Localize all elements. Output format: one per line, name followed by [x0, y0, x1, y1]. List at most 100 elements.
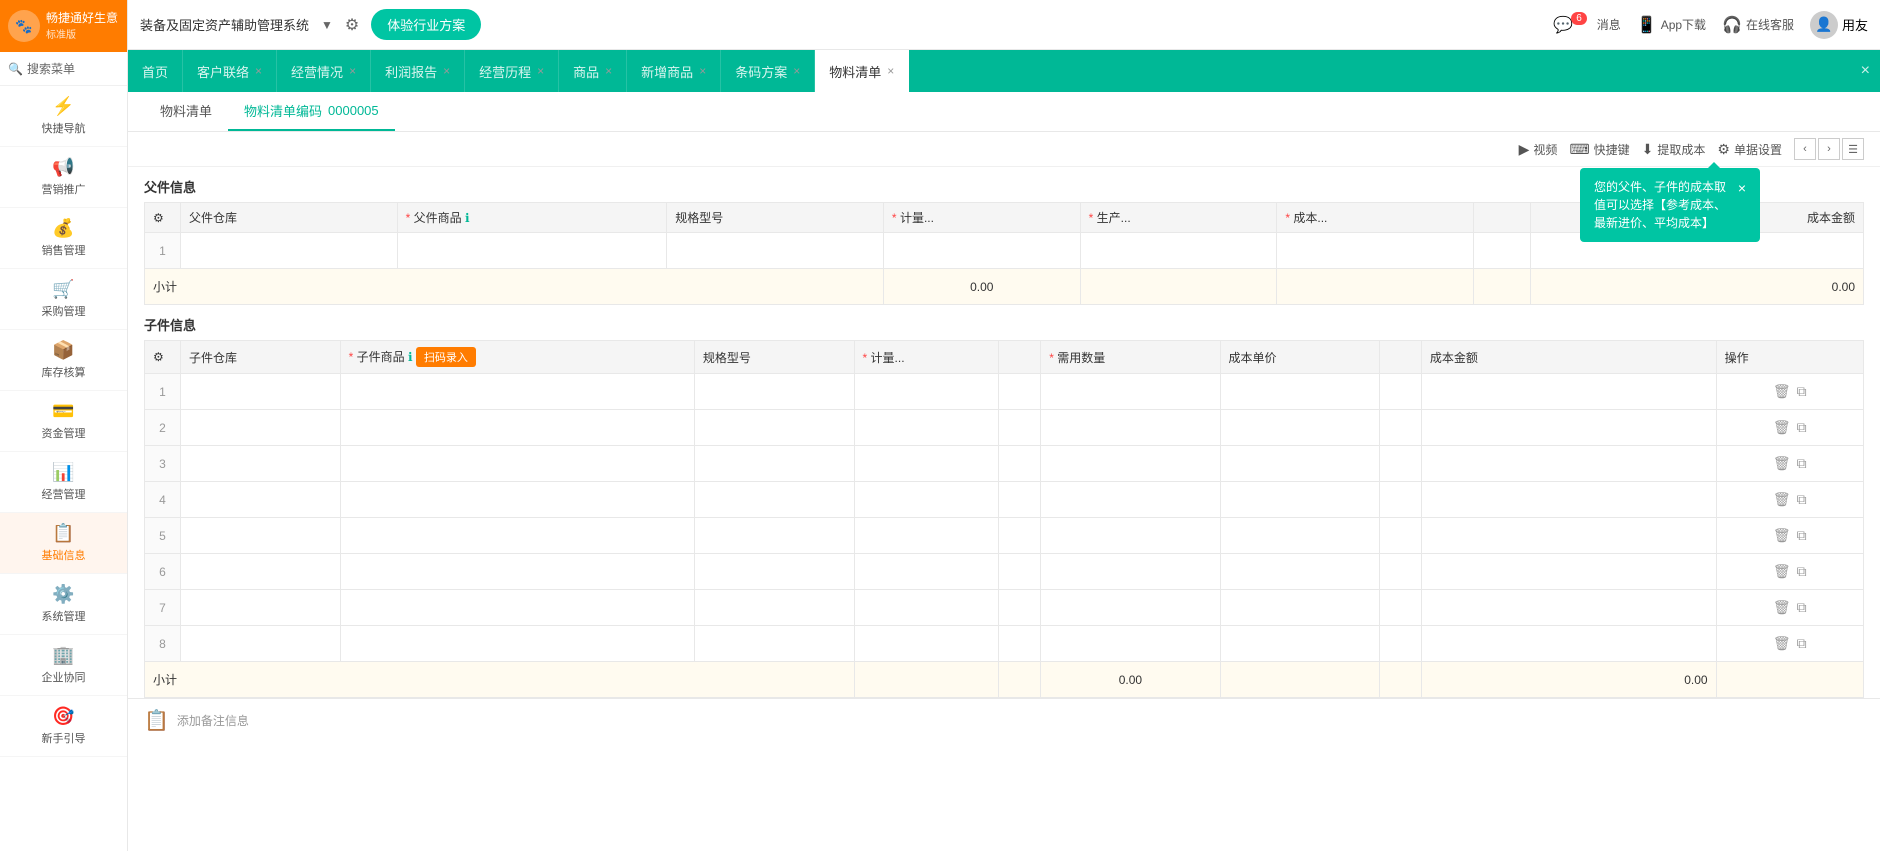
child-cell-spec-3[interactable]	[694, 446, 854, 482]
delete-icon-2[interactable]: 🗑	[1773, 419, 1791, 436]
child-cell-cost-amount-2[interactable]	[1421, 410, 1716, 446]
sidebar-item-sales[interactable]: 💰 销售管理	[0, 208, 127, 269]
child-cell-unit-cost-7[interactable]	[1220, 590, 1380, 626]
extract-cost-button[interactable]: ⬇ 提取成本	[1642, 141, 1706, 158]
child-cell-goods-2[interactable]	[340, 410, 694, 446]
user-menu[interactable]: 👤 用友	[1810, 11, 1868, 39]
tab-new-goods[interactable]: 新增商品 ×	[627, 50, 721, 92]
parent-cell-goods-1[interactable]	[397, 233, 667, 269]
sidebar-item-inventory[interactable]: 📦 库存核算	[0, 330, 127, 391]
copy-icon-1[interactable]: ⧉	[1797, 383, 1807, 400]
copy-icon-4[interactable]: ⧉	[1797, 491, 1807, 508]
online-service-action[interactable]: 🎧 在线客服	[1722, 15, 1794, 35]
child-cell-unit-5[interactable]	[854, 518, 999, 554]
child-cell-spec-1[interactable]	[694, 374, 854, 410]
child-cell-warehouse-8[interactable]	[181, 626, 341, 662]
sidebar-item-marketing[interactable]: 📢 营销推广	[0, 147, 127, 208]
sub-tab-bom-code[interactable]: 物料清单编码 0000005	[228, 92, 395, 131]
tab-operation-history[interactable]: 经营历程 ×	[465, 50, 559, 92]
tab-new-goods-close[interactable]: ×	[699, 64, 706, 78]
copy-icon-6[interactable]: ⧉	[1797, 563, 1807, 580]
copy-icon-7[interactable]: ⧉	[1797, 599, 1807, 616]
sidebar-item-finance[interactable]: 💳 资金管理	[0, 391, 127, 452]
copy-icon-8[interactable]: ⧉	[1797, 635, 1807, 652]
child-cell-unit-cost-5[interactable]	[1220, 518, 1380, 554]
child-cell-warehouse-2[interactable]	[181, 410, 341, 446]
parent-cell-warehouse-1[interactable]	[181, 233, 398, 269]
child-cell-warehouse-5[interactable]	[181, 518, 341, 554]
child-cell-spec-6[interactable]	[694, 554, 854, 590]
child-cell-unit-2[interactable]	[854, 410, 999, 446]
sidebar-item-system[interactable]: ⚙️ 系统管理	[0, 574, 127, 635]
system-dropdown[interactable]: ▼	[321, 18, 333, 32]
app-download-action[interactable]: 📱 App下载	[1637, 15, 1706, 35]
child-cell-unit-6[interactable]	[854, 554, 999, 590]
tab-bom-close[interactable]: ×	[887, 64, 894, 78]
sidebar-search[interactable]: 🔍 搜索菜单	[0, 52, 127, 86]
sidebar-item-guide[interactable]: 🎯 新手引导	[0, 696, 127, 757]
tab-barcode[interactable]: 条码方案 ×	[721, 50, 815, 92]
tab-profit-report-close[interactable]: ×	[443, 64, 450, 78]
child-cell-cost-amount-1[interactable]	[1421, 374, 1716, 410]
child-cell-cost-amount-4[interactable]	[1421, 482, 1716, 518]
tab-customer-close[interactable]: ×	[255, 64, 262, 78]
sidebar-item-operation[interactable]: 📊 经营管理	[0, 452, 127, 513]
child-cell-unit-cost-8[interactable]	[1220, 626, 1380, 662]
child-cell-quantity-2[interactable]	[1041, 410, 1220, 446]
message-action[interactable]: 💬 6 消息	[1553, 15, 1621, 35]
next-arrow[interactable]: ›	[1818, 138, 1840, 160]
delete-icon-4[interactable]: 🗑	[1773, 491, 1791, 508]
child-cell-goods-6[interactable]	[340, 554, 694, 590]
child-cell-quantity-7[interactable]	[1041, 590, 1220, 626]
sub-tab-bom-list[interactable]: 物料清单	[144, 92, 228, 131]
child-cell-unit-3[interactable]	[854, 446, 999, 482]
child-cell-goods-3[interactable]	[340, 446, 694, 482]
child-cell-spec-2[interactable]	[694, 410, 854, 446]
sidebar-item-enterprise[interactable]: 🏢 企业协同	[0, 635, 127, 696]
child-cell-quantity-1[interactable]	[1041, 374, 1220, 410]
video-button[interactable]: ▶ 视频	[1519, 141, 1558, 158]
child-cell-warehouse-4[interactable]	[181, 482, 341, 518]
tab-home[interactable]: 首页	[128, 50, 183, 92]
sidebar-item-basic-info[interactable]: 📋 基础信息	[0, 513, 127, 574]
tab-profit-report[interactable]: 利润报告 ×	[371, 50, 465, 92]
child-cell-spec-7[interactable]	[694, 590, 854, 626]
child-cell-unit-7[interactable]	[854, 590, 999, 626]
copy-icon-5[interactable]: ⧉	[1797, 527, 1807, 544]
child-col-settings[interactable]: ⚙	[145, 341, 181, 374]
child-cell-goods-8[interactable]	[340, 626, 694, 662]
delete-icon-7[interactable]: 🗑	[1773, 599, 1791, 616]
copy-icon-2[interactable]: ⧉	[1797, 419, 1807, 436]
tab-customer[interactable]: 客户联络 ×	[183, 50, 277, 92]
delete-icon-1[interactable]: 🗑	[1773, 383, 1791, 400]
child-cell-cost-amount-8[interactable]	[1421, 626, 1716, 662]
tab-barcode-close[interactable]: ×	[793, 64, 800, 78]
prev-arrow[interactable]: ‹	[1794, 138, 1816, 160]
tab-bom[interactable]: 物料清单 ×	[815, 50, 909, 92]
child-cell-warehouse-7[interactable]	[181, 590, 341, 626]
parent-cell-unit-1[interactable]	[883, 233, 1080, 269]
child-cell-warehouse-3[interactable]	[181, 446, 341, 482]
tab-goods[interactable]: 商品 ×	[559, 50, 627, 92]
close-all-tabs[interactable]: ×	[1851, 62, 1880, 80]
menu-arrow[interactable]: ☰	[1842, 138, 1864, 160]
child-cell-quantity-3[interactable]	[1041, 446, 1220, 482]
child-cell-unit-cost-3[interactable]	[1220, 446, 1380, 482]
child-cell-cost-amount-3[interactable]	[1421, 446, 1716, 482]
tab-operation-status-close[interactable]: ×	[349, 64, 356, 78]
child-cell-unit-cost-2[interactable]	[1220, 410, 1380, 446]
child-cell-unit-1[interactable]	[854, 374, 999, 410]
delete-icon-6[interactable]: 🗑	[1773, 563, 1791, 580]
delete-icon-5[interactable]: 🗑	[1773, 527, 1791, 544]
child-cell-goods-7[interactable]	[340, 590, 694, 626]
delete-icon-3[interactable]: 🗑	[1773, 455, 1791, 472]
child-cell-warehouse-6[interactable]	[181, 554, 341, 590]
child-cell-spec-5[interactable]	[694, 518, 854, 554]
parent-col-settings[interactable]: ⚙	[145, 203, 181, 233]
tab-operation-history-close[interactable]: ×	[537, 64, 544, 78]
parent-cell-production-1[interactable]	[1080, 233, 1277, 269]
child-cell-goods-5[interactable]	[340, 518, 694, 554]
tab-goods-close[interactable]: ×	[605, 64, 612, 78]
sidebar-item-quick-nav[interactable]: ⚡ 快捷导航	[0, 86, 127, 147]
scan-button[interactable]: 扫码录入	[416, 347, 476, 367]
